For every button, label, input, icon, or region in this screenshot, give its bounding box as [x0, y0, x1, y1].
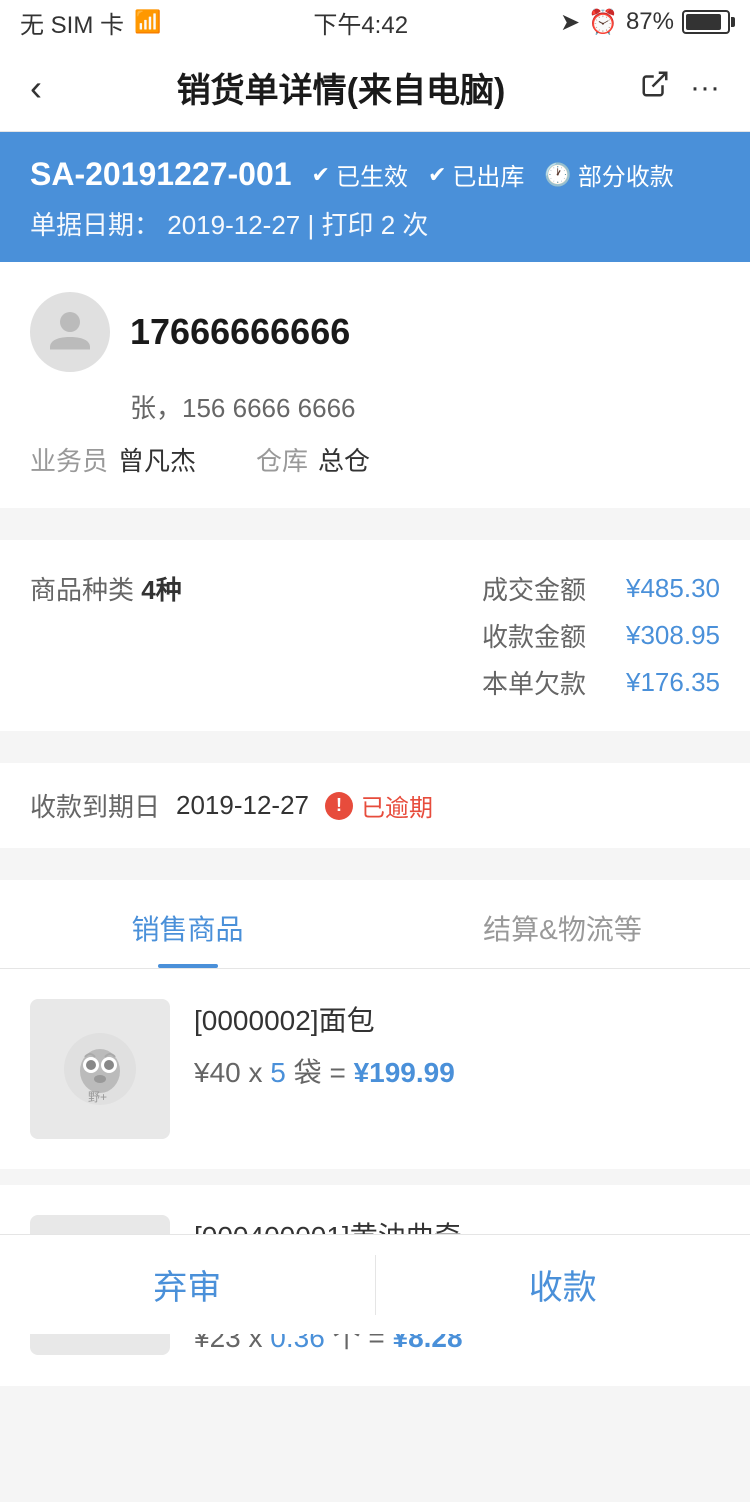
- sales-label: 业务员: [30, 441, 108, 478]
- separator-1: [0, 524, 750, 540]
- price-qty-1: 5: [270, 1057, 286, 1088]
- order-header-top: SA-20191227-001 ✔ 已生效 ✔ 已出库 🕐 部分收款: [30, 156, 720, 193]
- separator-3: [0, 864, 750, 880]
- sales-name: 曾凡杰: [118, 441, 196, 478]
- customer-top: 17666666666: [30, 292, 720, 372]
- price-base-1: ¥40: [194, 1057, 241, 1088]
- receipt-amount-row: 收款金额 ¥308.95: [482, 617, 720, 654]
- nav-bar: ‹ 销货单详情(来自电脑) ···: [0, 44, 750, 132]
- product-image-1: 野+: [30, 999, 170, 1139]
- tabs[interactable]: 销售商品 结算&物流等: [0, 880, 750, 969]
- customer-card: 17666666666 张，156 6666 6666 业务员 曾凡杰 仓库 总…: [0, 262, 750, 508]
- type-count: 4种: [141, 575, 181, 605]
- debt-amount-row: 本单欠款 ¥176.35: [482, 664, 720, 701]
- deal-amount: ¥485.30: [626, 573, 720, 604]
- customer-name: 张，156 6666 6666: [30, 388, 720, 425]
- status-left: 无 SIM 卡 📶: [20, 5, 161, 40]
- warehouse-label: 仓库: [256, 441, 308, 478]
- type-label: 商品种类: [30, 575, 134, 605]
- status-effective: ✔ 已生效: [312, 157, 408, 192]
- overdue-icon: !: [325, 792, 353, 820]
- status-partial-label: 部分收款: [578, 157, 674, 192]
- separator: |: [307, 210, 321, 240]
- status-shipped-label: 已出库: [452, 157, 524, 192]
- price-x-1: x: [249, 1057, 271, 1088]
- check-icon-2: ✔: [428, 162, 446, 188]
- battery-percent: 87%: [626, 8, 674, 36]
- battery-icon: [682, 10, 730, 34]
- overdue-text: 已逾期: [361, 788, 433, 823]
- bottom-bar[interactable]: 弃审 收款: [0, 1234, 750, 1334]
- product-name-1: [0000002]面包: [194, 999, 720, 1039]
- page-title: 销货单详情(来自电脑): [177, 63, 506, 112]
- clock-icon: 🕐: [544, 162, 571, 188]
- price-unit-1: 袋: [294, 1057, 322, 1088]
- tab-settlement[interactable]: 结算&物流等: [375, 880, 750, 968]
- status-partial: 🕐 部分收款: [544, 157, 673, 192]
- carrier-text: 无 SIM 卡: [20, 5, 124, 40]
- receipt-amount: ¥308.95: [626, 620, 720, 651]
- bottom-spacer: [0, 1402, 750, 1502]
- svg-text:野+: 野+: [88, 1090, 107, 1104]
- tab-sales-products[interactable]: 销售商品: [0, 880, 375, 968]
- order-number: SA-20191227-001: [30, 156, 292, 193]
- price-eq-1: =: [329, 1057, 353, 1088]
- nav-right[interactable]: ···: [640, 69, 720, 107]
- stats-left: 商品种类 4种: [30, 570, 182, 607]
- wifi-icon: 📶: [134, 9, 161, 35]
- stats-right: 成交金额 ¥485.30 收款金额 ¥308.95 本单欠款 ¥176.35: [482, 570, 720, 701]
- avatar: [30, 292, 110, 372]
- product-price-1: ¥40 x 5 袋 = ¥199.99: [194, 1051, 720, 1091]
- price-total-1: ¥199.99: [354, 1057, 455, 1088]
- more-icon[interactable]: ···: [690, 71, 720, 105]
- time-display: 下午4:42: [313, 5, 408, 40]
- separator-2: [0, 747, 750, 763]
- warehouse-name: 总仓: [318, 441, 370, 478]
- debt-amount: ¥176.35: [626, 667, 720, 698]
- stats-card: 商品种类 4种 成交金额 ¥485.30 收款金额 ¥308.95 本单欠款 ¥…: [0, 540, 750, 731]
- product-info-1: [0000002]面包 ¥40 x 5 袋 = ¥199.99: [194, 999, 720, 1091]
- order-header: SA-20191227-001 ✔ 已生效 ✔ 已出库 🕐 部分收款 单据日期：…: [0, 132, 750, 262]
- order-date-row: 单据日期： 2019-12-27 | 打印 2 次: [30, 205, 720, 242]
- list-item: 野+ [0000002]面包 ¥40 x 5 袋 = ¥199.99: [0, 969, 750, 1169]
- check-icon-1: ✔: [312, 162, 330, 188]
- status-shipped: ✔ 已出库: [428, 157, 524, 192]
- status-bar: 无 SIM 卡 📶 下午4:42 ➤ ⏰ 87%: [0, 0, 750, 44]
- confirm-button[interactable]: 收款: [376, 1235, 750, 1334]
- deal-amount-label: 成交金额: [482, 570, 586, 607]
- deal-amount-row: 成交金额 ¥485.30: [482, 570, 720, 607]
- location-icon: ➤: [560, 8, 580, 37]
- alarm-icon: ⏰: [588, 8, 618, 37]
- battery-fill: [686, 14, 721, 30]
- share-icon[interactable]: [640, 69, 670, 107]
- receipt-amount-label: 收款金额: [482, 617, 586, 654]
- order-date: 2019-12-27: [167, 210, 300, 240]
- overdue-badge: ! 已逾期: [325, 788, 433, 823]
- back-button[interactable]: ‹: [30, 67, 42, 109]
- due-date-card: 收款到期日 2019-12-27 ! 已逾期: [0, 763, 750, 848]
- debt-amount-label: 本单欠款: [482, 664, 586, 701]
- warehouse-meta: 仓库 总仓: [256, 441, 370, 478]
- cancel-button[interactable]: 弃审: [0, 1235, 375, 1334]
- customer-meta: 业务员 曾凡杰 仓库 总仓: [30, 441, 720, 478]
- print-info: 打印 2 次: [321, 210, 428, 240]
- nav-left[interactable]: ‹: [30, 67, 42, 109]
- sales-meta: 业务员 曾凡杰: [30, 441, 196, 478]
- status-right: ➤ ⏰ 87%: [560, 8, 730, 37]
- customer-id: 17666666666: [130, 311, 350, 353]
- status-effective-label: 已生效: [336, 157, 408, 192]
- due-label: 收款到期日: [30, 787, 160, 824]
- date-label: 单据日期：: [30, 210, 160, 240]
- due-date: 2019-12-27: [176, 790, 309, 821]
